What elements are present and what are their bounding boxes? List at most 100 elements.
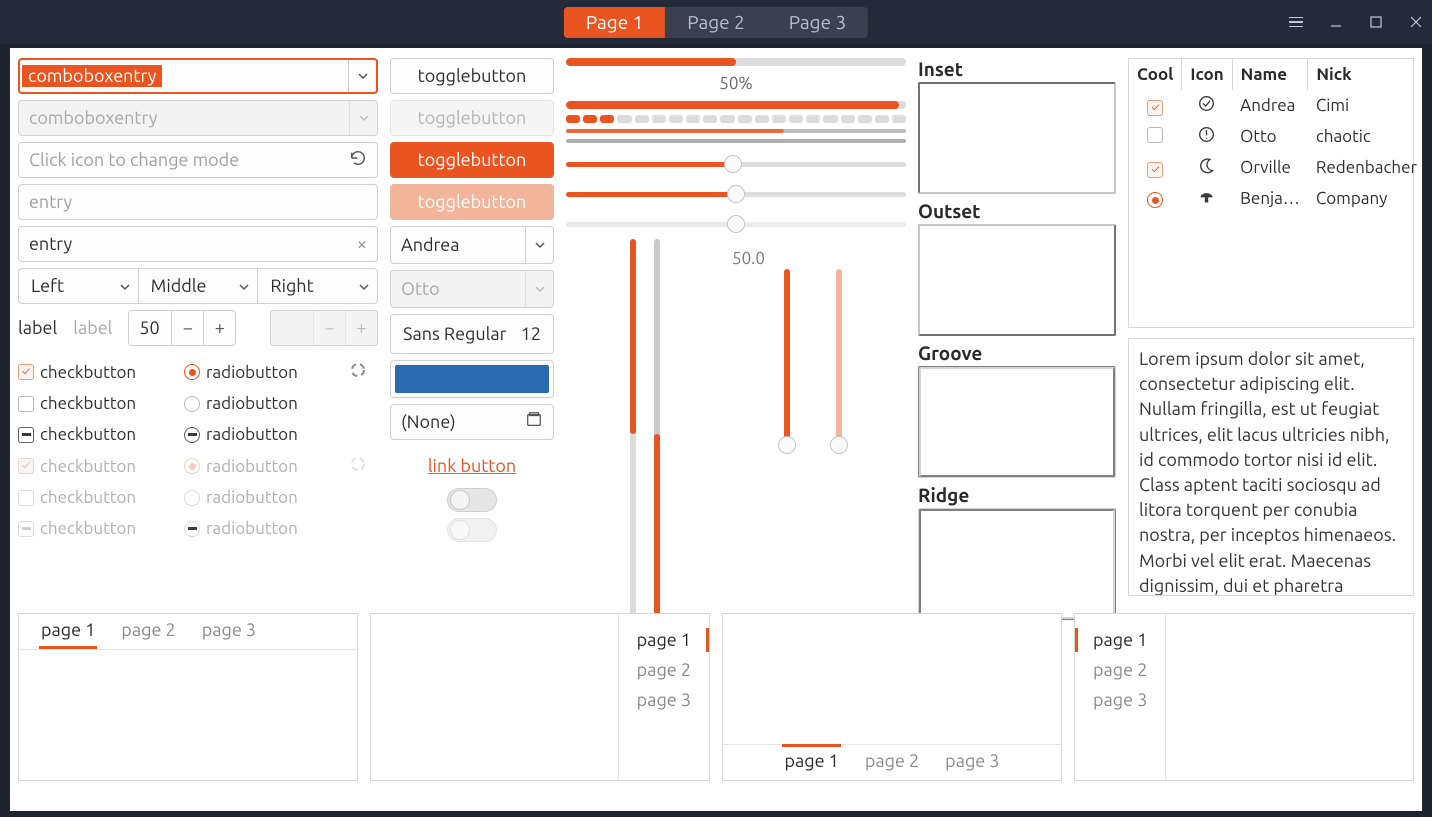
notebook-top[interactable]: page 1 page 2 page 3 [18, 613, 358, 781]
chevron-down-icon[interactable] [525, 227, 553, 263]
titlebar: Page 1 Page 2 Page 3 [0, 0, 1432, 44]
check-circle-icon [1182, 90, 1232, 121]
hamburger-menu-icon[interactable] [1288, 14, 1304, 30]
maximize-icon[interactable] [1368, 14, 1384, 30]
togglebutton-insensitive: togglebutton [390, 100, 554, 136]
color-chooser-button[interactable] [390, 360, 554, 398]
table-row[interactable]: Andrea Cimi [1129, 90, 1425, 121]
checkbutton-dis-checked: checkbutton [18, 456, 184, 476]
togglebutton-active[interactable]: togglebutton [390, 142, 554, 178]
checkbutton-checked[interactable]: checkbutton [18, 362, 184, 382]
entry-mode[interactable]: Click icon to change mode [18, 142, 378, 178]
entry-value[interactable]: entry × [18, 226, 378, 262]
column-icon[interactable]: Icon [1182, 59, 1232, 90]
radiobutton-checked[interactable]: radiobutton [184, 362, 350, 382]
checkbutton-dis-ind: checkbutton [18, 519, 184, 538]
combobox[interactable]: Andrea [390, 226, 554, 264]
togglebutton[interactable]: togglebutton [390, 58, 554, 94]
link-button[interactable]: link button [390, 456, 554, 476]
comboboxentry-disabled: comboboxentry [18, 100, 378, 136]
nb-tab[interactable]: page 3 [1087, 688, 1153, 712]
scale-horizontal-disabled [566, 215, 906, 233]
checkbox-icon[interactable] [1147, 162, 1163, 178]
chevron-down-icon[interactable] [239, 276, 249, 296]
header-tab-3[interactable]: Page 3 [767, 7, 868, 38]
column-nick[interactable]: Nick [1308, 59, 1425, 90]
column-name[interactable]: Name [1232, 59, 1308, 90]
radiobutton-indeterminate[interactable]: radiobutton [184, 425, 350, 444]
notebook-bottom[interactable]: page 1 page 2 page 3 [722, 613, 1062, 781]
scale-vertical-3[interactable] [778, 269, 796, 629]
column-cool[interactable]: Cool [1129, 59, 1182, 90]
scale-horizontal-1[interactable] [566, 155, 906, 173]
label: label [18, 318, 57, 338]
radiobutton-dis: radiobutton [184, 488, 350, 507]
nb-tab[interactable]: page 3 [631, 688, 697, 712]
font-chooser-button[interactable]: Sans Regular 12 [390, 314, 554, 354]
combobox-disabled: Otto [390, 270, 554, 308]
nb-tab[interactable]: page 1 [784, 751, 838, 774]
chevron-down-icon[interactable] [120, 276, 130, 296]
scale-vertical-1[interactable] [624, 239, 642, 629]
seg-left[interactable]: Left [18, 268, 139, 304]
progressbar-thin [566, 129, 906, 133]
radiobutton[interactable]: radiobutton [184, 394, 350, 413]
nb-tab[interactable]: page 3 [202, 620, 256, 643]
frame-ridge [918, 508, 1116, 620]
spin-minus[interactable]: − [171, 311, 203, 345]
nb-tab[interactable]: page 1 [1087, 628, 1153, 652]
treeview[interactable]: Cool Icon Name Nick Andrea Cimi Otto cha… [1128, 58, 1414, 328]
scale-horizontal-2[interactable] [566, 185, 906, 203]
checkbox-icon[interactable] [1147, 127, 1163, 143]
nb-tab[interactable]: page 3 [945, 751, 999, 774]
chevron-down-icon [349, 101, 377, 135]
switch-off[interactable] [447, 488, 497, 512]
radiobutton-dis-ind: radiobutton [184, 519, 350, 538]
clear-icon[interactable]: × [357, 234, 367, 254]
nb-tab[interactable]: page 2 [1087, 658, 1153, 682]
entry-placeholder[interactable]: entry [18, 184, 378, 220]
scale-vertical-2[interactable] [652, 239, 662, 629]
header-tab-switcher[interactable]: Page 1 Page 2 Page 3 [564, 7, 868, 38]
refresh-icon[interactable] [349, 149, 367, 171]
checkbox-icon[interactable] [1147, 100, 1163, 116]
header-tab-2[interactable]: Page 2 [665, 7, 766, 38]
nb-tab[interactable]: page 1 [631, 628, 697, 652]
spinner-icon [350, 362, 378, 382]
frame-inset [918, 82, 1116, 194]
progressbar-activity [566, 101, 906, 109]
seg-right[interactable]: Right [258, 268, 378, 304]
comboboxentry-focused[interactable]: comboboxentry [18, 58, 378, 94]
color-swatch [395, 365, 549, 393]
header-tab-1[interactable]: Page 1 [564, 7, 665, 38]
nb-tab[interactable]: page 2 [631, 658, 697, 682]
table-row[interactable]: Otto chaotic [1129, 121, 1425, 152]
checkbutton-indeterminate[interactable]: checkbutton [18, 425, 184, 444]
table-row[interactable]: Benja… Company [1129, 183, 1425, 214]
levelbar [566, 115, 906, 123]
chevron-down-icon[interactable] [348, 60, 376, 92]
chevron-down-icon [525, 271, 553, 307]
checkbutton[interactable]: checkbutton [18, 394, 184, 413]
segmented-lmr[interactable]: Left Middle Right [18, 268, 378, 304]
radio-icon[interactable] [1147, 192, 1163, 208]
nb-tab[interactable]: page 2 [865, 751, 919, 774]
notebook-left[interactable]: page 1 page 2 page 3 [1074, 613, 1414, 781]
spinbutton-disabled: . − + [270, 310, 378, 346]
checkbutton-dis: checkbutton [18, 488, 184, 507]
close-icon[interactable] [1408, 14, 1424, 30]
spinbutton[interactable]: 50 − + [128, 310, 236, 346]
nb-tab[interactable]: page 2 [121, 620, 175, 643]
togglebutton-active-insensitive: togglebutton [390, 184, 554, 220]
frame-outset [918, 224, 1116, 336]
table-row[interactable]: Orville Redenbacher [1129, 152, 1425, 183]
notebook-right[interactable]: page 1 page 2 page 3 [370, 613, 710, 781]
minimize-icon[interactable] [1328, 14, 1344, 30]
file-chooser-button[interactable]: (None) [390, 404, 554, 440]
spin-plus[interactable]: + [203, 311, 235, 345]
textview[interactable]: Lorem ipsum dolor sit amet, consectetur … [1128, 338, 1414, 596]
frame-title-inset: Inset [918, 58, 1116, 80]
chevron-down-icon[interactable] [359, 276, 369, 296]
nb-tab[interactable]: page 1 [41, 620, 95, 643]
seg-middle[interactable]: Middle [139, 268, 259, 304]
